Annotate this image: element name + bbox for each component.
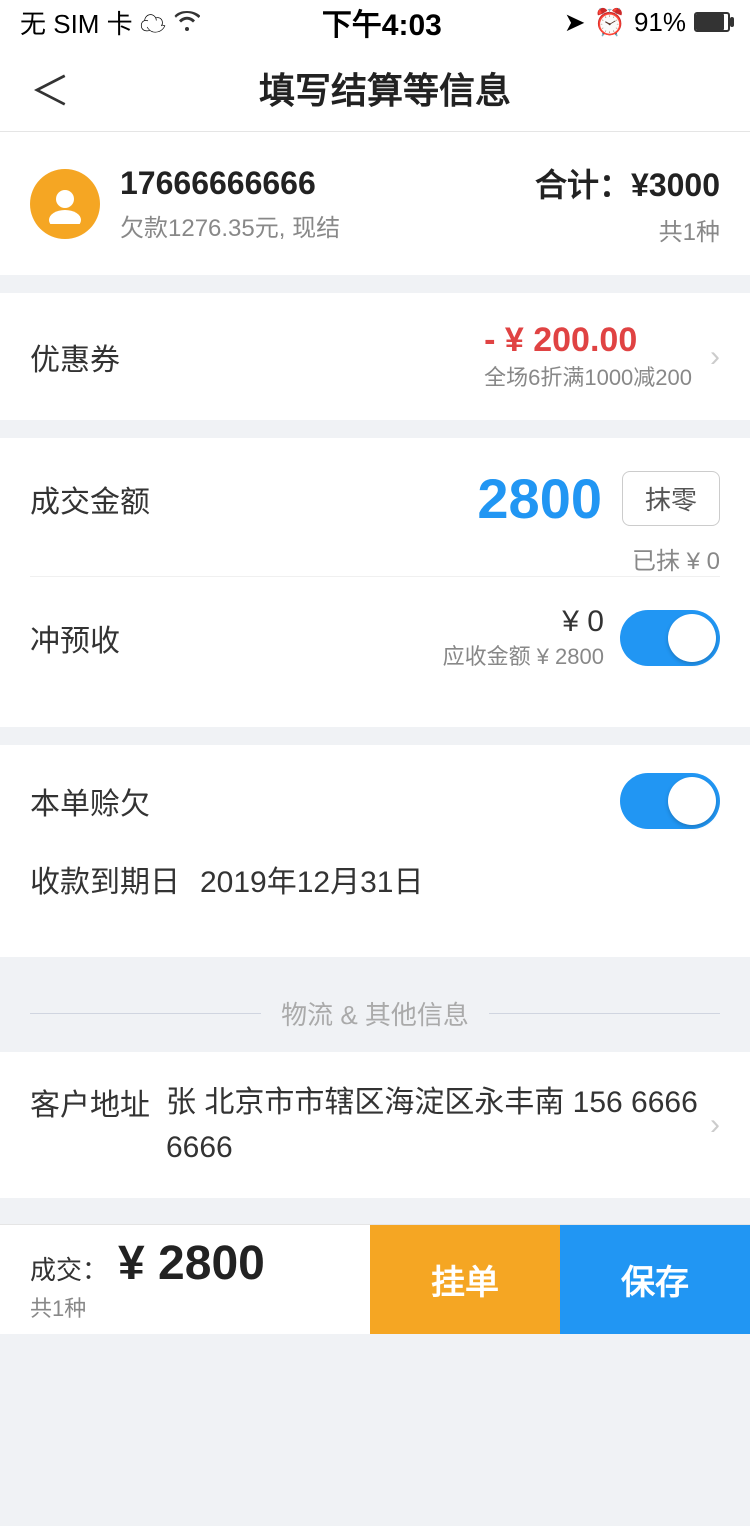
total-count: 共1种 <box>535 212 720 247</box>
prepaid-toggle[interactable] <box>620 610 720 666</box>
divider-left <box>30 1013 261 1014</box>
prepaid-label: 冲预收 <box>30 616 120 660</box>
bottom-bar: 成交： ¥ 2800 共1种 挂单 保存 <box>0 1224 750 1334</box>
prepaid-sub: 应收金额 ¥ 2800 <box>443 639 604 671</box>
deal-section: 成交金额 2800 抹零 已抹 ¥ 0 冲预收 ¥ 0 应收金额 ¥ 2800 <box>0 438 750 727</box>
address-section: 客户地址 张 北京市市辖区海淀区永丰南 156 6666 6666 › <box>0 1052 750 1198</box>
nav-bar: ＜ 填写结算等信息 <box>0 44 750 132</box>
location-icon: ➤ <box>564 7 586 38</box>
deal-amount-value: 2800 <box>477 466 602 531</box>
bottom-prefix: 成交： <box>30 1250 108 1287</box>
deal-amount-right: 2800 抹零 <box>477 466 720 531</box>
coupon-label: 优惠券 <box>30 335 120 379</box>
coupon-section: 优惠券 - ¥ 200.00 全场6折满1000减200 › <box>0 293 750 420</box>
divider-text: 物流 & 其他信息 <box>261 995 489 1032</box>
bottom-amount-row: 成交： ¥ 2800 <box>30 1236 340 1291</box>
status-left: 无 SIM 卡 ☁ <box>20 4 200 41</box>
due-date-row: 收款到期日 2019年12月31日 <box>30 829 720 929</box>
sim-text: 无 SIM 卡 ☁ <box>20 4 166 41</box>
wifi-icon <box>174 7 200 38</box>
prepaid-right: ¥ 0 应收金额 ¥ 2800 <box>443 605 720 671</box>
address-row[interactable]: 客户地址 张 北京市市辖区海淀区永丰南 156 6666 6666 › <box>30 1080 720 1170</box>
save-button[interactable]: 保存 <box>560 1225 750 1334</box>
divider-right <box>489 1013 720 1014</box>
customer-total: 合计：¥3000 共1种 <box>535 160 720 247</box>
bottom-count: 共1种 <box>30 1291 340 1323</box>
coupon-desc: 全场6折满1000减200 <box>484 360 692 392</box>
address-label: 客户地址 <box>30 1080 150 1124</box>
battery-text: 91% <box>634 7 686 38</box>
coupon-amount: - ¥ 200.00 <box>484 321 692 360</box>
customer-info: 17666666666 欠款1276.35元, 现结 <box>120 165 535 243</box>
battery-icon <box>694 12 730 32</box>
bottom-info: 成交： ¥ 2800 共1种 <box>0 1225 370 1334</box>
credit-section: 本单赊欠 收款到期日 2019年12月31日 <box>0 745 750 957</box>
customer-sub: 欠款1276.35元, 现结 <box>120 208 535 243</box>
divider-section: 物流 & 其他信息 <box>0 975 750 1052</box>
coupon-row[interactable]: 优惠券 - ¥ 200.00 全场6折满1000减200 › <box>30 293 720 420</box>
total-value: ¥3000 <box>631 167 720 203</box>
credit-label: 本单赊欠 <box>30 779 150 823</box>
hang-button[interactable]: 挂单 <box>370 1225 560 1334</box>
status-right: ➤ ⏰ 91% <box>564 7 730 38</box>
page-title: 填写结算等信息 <box>90 62 680 114</box>
address-chevron-icon: › <box>710 1108 720 1142</box>
deal-amount-row: 成交金额 2800 抹零 <box>30 466 720 531</box>
status-time: 下午4:03 <box>322 0 442 44</box>
round-button[interactable]: 抹零 <box>622 471 720 526</box>
credit-toggle[interactable] <box>620 773 720 829</box>
avatar <box>30 169 100 239</box>
deal-amount-sub: 已抹 ¥ 0 <box>30 541 720 576</box>
customer-phone: 17666666666 <box>120 165 535 202</box>
bottom-amount: ¥ 2800 <box>118 1236 265 1291</box>
back-button[interactable]: ＜ <box>30 59 70 117</box>
total-amount: 合计：¥3000 <box>535 160 720 206</box>
customer-section: 17666666666 欠款1276.35元, 现结 合计：¥3000 共1种 <box>0 132 750 275</box>
address-value: 张 北京市市辖区海淀区永丰南 156 6666 6666 <box>166 1080 702 1170</box>
total-label: 合计： <box>535 167 631 203</box>
credit-row: 本单赊欠 <box>30 773 720 829</box>
prepaid-label-wrap: 冲预收 <box>30 616 120 660</box>
prepaid-value: ¥ 0 <box>443 605 604 639</box>
deal-amount-label: 成交金额 <box>30 477 150 521</box>
customer-row: 17666666666 欠款1276.35元, 现结 合计：¥3000 共1种 <box>30 132 720 275</box>
prepaid-row: 冲预收 ¥ 0 应收金额 ¥ 2800 <box>30 576 720 699</box>
coupon-right: - ¥ 200.00 全场6折满1000减200 › <box>484 321 720 392</box>
due-date-label: 收款到期日 <box>30 857 180 901</box>
coupon-chevron-icon: › <box>710 340 720 374</box>
alarm-icon: ⏰ <box>594 7 626 38</box>
due-date-value: 2019年12月31日 <box>200 857 423 901</box>
status-bar: 无 SIM 卡 ☁ 下午4:03 ➤ ⏰ 91% <box>0 0 750 44</box>
